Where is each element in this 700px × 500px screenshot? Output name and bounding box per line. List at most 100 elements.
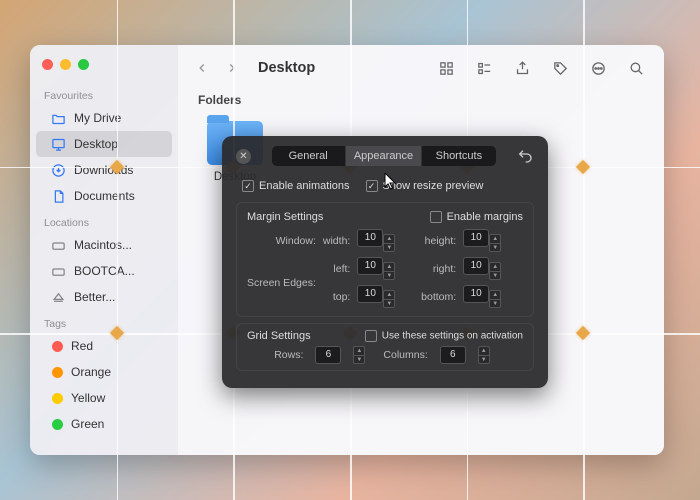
sidebar-item-better[interactable]: Better... [36,284,172,310]
bottom-label: bottom: [421,291,459,303]
stepper[interactable]: ▲▼ [478,346,490,364]
checkbox-icon[interactable] [242,180,254,192]
prefs-header: ✕ General Appearance Shortcuts [236,146,534,166]
checkbox-icon[interactable] [366,180,378,192]
enable-animations-option[interactable]: Enable animations [242,180,350,192]
edges-label: Screen Edges: [247,277,319,289]
sidebar-item-label: Macintos... [74,238,132,252]
locations-label: Locations [30,209,178,232]
finder-toolbar: Desktop [178,45,664,91]
option-label: Enable margins [447,211,523,223]
search-button[interactable] [622,57,650,79]
sidebar-item-mydrive[interactable]: My Drive [36,105,172,131]
minimize-dot[interactable] [60,59,71,70]
view-icon-button[interactable] [432,57,460,79]
tab-general[interactable]: General [272,146,346,166]
sidebar-item-downloads[interactable]: Downloads [36,157,172,183]
prefs-tabs: General Appearance Shortcuts [272,146,496,166]
action-button[interactable] [584,57,612,79]
sidebar-item-desktop[interactable]: Desktop [36,131,172,157]
close-dot[interactable] [42,59,53,70]
sidebar-item-label: Red [71,339,93,353]
zoom-dot[interactable] [78,59,89,70]
group-title: Margin Settings [247,211,323,223]
stepper[interactable]: ▲▼ [353,346,365,364]
margin-settings-group: Margin Settings Enable margins Window: w… [236,202,534,317]
stepper[interactable]: ▲▼ [383,290,395,308]
sidebar-item-label: Documents [74,189,135,203]
tab-appearance[interactable]: Appearance [346,146,422,166]
sidebar-tag-orange[interactable]: Orange [36,359,172,385]
stepper[interactable]: ▲▼ [489,234,501,252]
sidebar-item-label: BOOTCA... [74,264,135,278]
finder-sidebar: Favourites My Drive Desktop Downloads Do… [30,45,178,455]
sidebar-tag-red[interactable]: Red [36,333,172,359]
page-title: Desktop [258,60,315,76]
forward-button[interactable] [222,58,242,78]
drive-icon [50,237,66,253]
cols-label: Columns: [383,349,427,361]
height-input[interactable]: 10 [463,229,489,247]
downloads-icon [50,162,66,178]
sidebar-tag-green[interactable]: Green [36,411,172,437]
tag-button[interactable] [546,57,574,79]
desktop-icon [50,136,66,152]
option-label: Enable animations [259,180,350,192]
tag-dot-icon [52,393,63,404]
show-resize-preview-option[interactable]: Show resize preview [366,180,484,192]
height-label: height: [421,235,459,247]
sidebar-item-label: Yellow [71,391,105,405]
folder-icon [50,110,66,126]
tag-dot-icon [52,419,63,430]
sidebar-item-label: Orange [71,365,111,379]
stepper[interactable]: ▲▼ [489,290,501,308]
cols-input[interactable]: 6 [440,346,466,364]
width-label: width: [323,235,353,247]
left-label: left: [323,263,353,275]
left-input[interactable]: 10 [357,257,383,275]
sidebar-item-bootcamp[interactable]: BOOTCA... [36,258,172,284]
use-on-activation-option[interactable]: Use these settings on activation [365,330,523,342]
group-title: Grid Settings [247,330,311,342]
tags-label: Tags [30,310,178,333]
sidebar-item-label: My Drive [74,111,121,125]
tag-dot-icon [52,341,63,352]
window-label: Window: [247,235,319,247]
sidebar-item-documents[interactable]: Documents [36,183,172,209]
rows-input[interactable]: 6 [315,346,341,364]
tab-shortcuts[interactable]: Shortcuts [422,146,495,166]
documents-icon [50,188,66,204]
eject-icon [50,289,66,305]
close-icon[interactable]: ✕ [236,149,251,164]
drive-icon [50,263,66,279]
stepper[interactable]: ▲▼ [489,262,501,280]
right-label: right: [421,263,459,275]
rows-label: Rows: [274,349,303,361]
checkbox-icon[interactable] [430,211,442,223]
back-button[interactable] [192,58,212,78]
traffic-lights [30,55,178,82]
stepper[interactable]: ▲▼ [383,262,395,280]
bottom-input[interactable]: 10 [463,285,489,303]
option-label: Use these settings on activation [382,331,523,342]
undo-icon[interactable] [516,147,534,165]
tag-dot-icon [52,367,63,378]
sidebar-item-macintosh[interactable]: Macintos... [36,232,172,258]
checkbox-icon[interactable] [365,330,377,342]
option-label: Show resize preview [383,180,484,192]
favourites-label: Favourites [30,82,178,105]
section-header: Folders [178,91,664,115]
sidebar-item-label: Better... [74,290,115,304]
width-input[interactable]: 10 [357,229,383,247]
stepper[interactable]: ▲▼ [383,234,395,252]
group-button[interactable] [470,57,498,79]
top-label: top: [323,291,353,303]
share-button[interactable] [508,57,536,79]
enable-margins-option[interactable]: Enable margins [430,211,523,223]
sidebar-item-label: Downloads [74,163,133,177]
grid-settings-group: Grid Settings Use these settings on acti… [236,323,534,371]
right-input[interactable]: 10 [463,257,489,275]
sidebar-item-label: Green [71,417,104,431]
sidebar-tag-yellow[interactable]: Yellow [36,385,172,411]
top-input[interactable]: 10 [357,285,383,303]
